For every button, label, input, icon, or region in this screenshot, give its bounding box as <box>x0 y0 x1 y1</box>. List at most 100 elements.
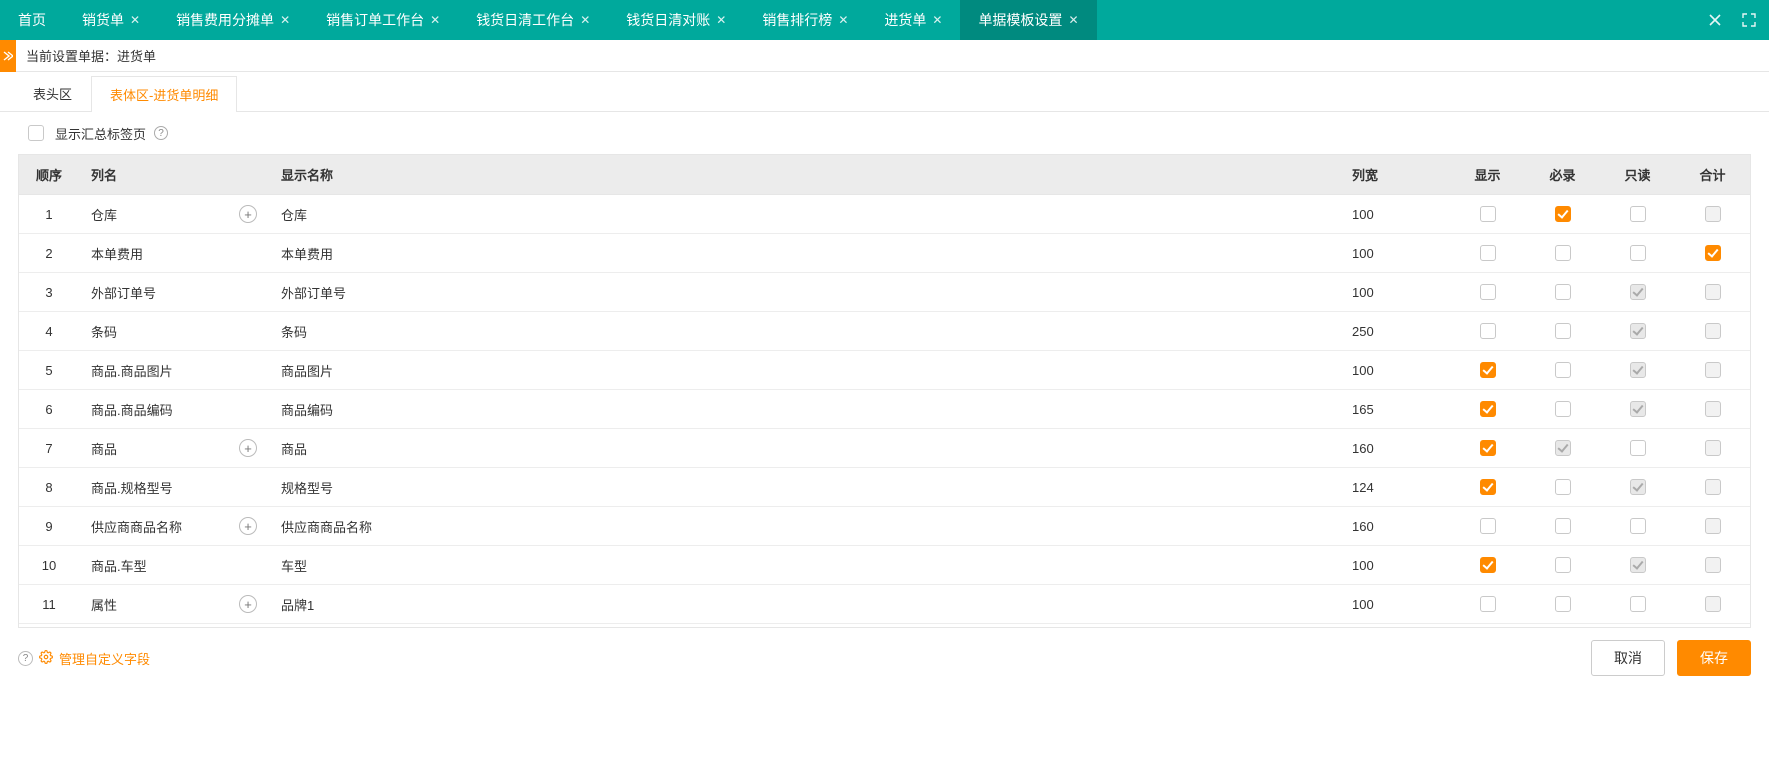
readonly-checkbox[interactable] <box>1630 596 1646 612</box>
required-checkbox[interactable] <box>1555 557 1571 573</box>
close-icon[interactable]: ✕ <box>838 13 848 27</box>
help-icon[interactable]: ? <box>154 126 168 140</box>
table-row[interactable]: 12采购单位采购单位131 <box>19 624 1750 628</box>
cell-width[interactable]: 160 <box>1340 429 1450 468</box>
show-checkbox[interactable] <box>1480 479 1496 495</box>
cell-width[interactable]: 131 <box>1340 624 1450 628</box>
required-checkbox[interactable] <box>1555 323 1571 339</box>
plus-icon[interactable]: + <box>239 439 257 457</box>
plus-icon[interactable]: + <box>239 517 257 535</box>
cell-display[interactable]: 本单费用 <box>269 234 1340 273</box>
fullscreen-icon[interactable] <box>1739 10 1759 30</box>
required-checkbox[interactable] <box>1555 284 1571 300</box>
tab-5[interactable]: 钱货日清对账✕ <box>608 0 744 40</box>
cell-display[interactable]: 商品编码 <box>269 390 1340 429</box>
close-icon[interactable]: ✕ <box>1068 13 1078 27</box>
required-checkbox[interactable] <box>1555 518 1571 534</box>
tab-4[interactable]: 钱货日清工作台✕ <box>458 0 608 40</box>
col-name: 列名 <box>79 155 269 195</box>
table-row[interactable]: 8商品.规格型号规格型号124 <box>19 468 1750 507</box>
help-icon[interactable]: ? <box>18 651 33 666</box>
show-checkbox[interactable] <box>1480 596 1496 612</box>
cell-width[interactable]: 100 <box>1340 195 1450 234</box>
cell-width[interactable]: 100 <box>1340 585 1450 624</box>
tab-6[interactable]: 销售排行榜✕ <box>744 0 866 40</box>
table-row[interactable]: 6商品.商品编码商品编码165 <box>19 390 1750 429</box>
subtab-1[interactable]: 表体区-进货单明细 <box>91 76 237 112</box>
cell-display[interactable]: 商品 <box>269 429 1340 468</box>
cell-width[interactable]: 100 <box>1340 234 1450 273</box>
cancel-button[interactable]: 取消 <box>1591 640 1665 676</box>
tab-3[interactable]: 销售订单工作台✕ <box>308 0 458 40</box>
total-checkbox[interactable] <box>1705 245 1721 261</box>
cell-width[interactable]: 100 <box>1340 546 1450 585</box>
required-checkbox[interactable] <box>1555 401 1571 417</box>
cell-display[interactable]: 供应商商品名称 <box>269 507 1340 546</box>
cell-display[interactable]: 仓库 <box>269 195 1340 234</box>
cell-width[interactable]: 124 <box>1340 468 1450 507</box>
close-icon[interactable]: ✕ <box>716 13 726 27</box>
cell-width[interactable]: 160 <box>1340 507 1450 546</box>
readonly-checkbox[interactable] <box>1630 245 1646 261</box>
tab-2[interactable]: 销售费用分摊单✕ <box>158 0 308 40</box>
close-all-icon[interactable] <box>1705 10 1725 30</box>
cell-width[interactable]: 100 <box>1340 273 1450 312</box>
sidebar-expand-icon[interactable] <box>0 40 16 72</box>
show-checkbox[interactable] <box>1480 362 1496 378</box>
plus-icon[interactable]: + <box>239 205 257 223</box>
tab-0[interactable]: 首页 <box>0 0 64 40</box>
show-checkbox[interactable] <box>1480 323 1496 339</box>
required-checkbox[interactable] <box>1555 479 1571 495</box>
close-icon[interactable]: ✕ <box>130 13 140 27</box>
cell-display[interactable]: 条码 <box>269 312 1340 351</box>
subtab-0[interactable]: 表头区 <box>14 75 91 111</box>
close-icon[interactable]: ✕ <box>430 13 440 27</box>
required-checkbox[interactable] <box>1555 362 1571 378</box>
readonly-checkbox[interactable] <box>1630 206 1646 222</box>
readonly-checkbox[interactable] <box>1630 440 1646 456</box>
required-checkbox[interactable] <box>1555 596 1571 612</box>
close-icon[interactable]: ✕ <box>280 13 290 27</box>
table-row[interactable]: 4条码条码250 <box>19 312 1750 351</box>
cell-width[interactable]: 100 <box>1340 351 1450 390</box>
show-checkbox[interactable] <box>1480 518 1496 534</box>
required-checkbox[interactable] <box>1555 206 1571 222</box>
cell-width[interactable]: 165 <box>1340 390 1450 429</box>
cell-display[interactable]: 采购单位 <box>269 624 1340 628</box>
show-checkbox[interactable] <box>1480 401 1496 417</box>
plus-icon[interactable]: + <box>239 595 257 613</box>
show-checkbox[interactable] <box>1480 245 1496 261</box>
show-summary-checkbox[interactable] <box>28 125 44 141</box>
table-row[interactable]: 7商品+商品160 <box>19 429 1750 468</box>
tab-8[interactable]: 单据模板设置✕ <box>960 0 1096 40</box>
table-row[interactable]: 10商品.车型车型100 <box>19 546 1750 585</box>
cell-width[interactable]: 250 <box>1340 312 1450 351</box>
cell-display[interactable]: 规格型号 <box>269 468 1340 507</box>
close-icon[interactable]: ✕ <box>580 13 590 27</box>
show-checkbox[interactable] <box>1480 284 1496 300</box>
table-row[interactable]: 5商品.商品图片商品图片100 <box>19 351 1750 390</box>
tab-7[interactable]: 进货单✕ <box>866 0 960 40</box>
cell-display[interactable]: 外部订单号 <box>269 273 1340 312</box>
save-button[interactable]: 保存 <box>1677 640 1751 676</box>
tab-1[interactable]: 销货单✕ <box>64 0 158 40</box>
cell-show <box>1450 312 1525 351</box>
col-total: 合计 <box>1675 155 1750 195</box>
close-icon[interactable]: ✕ <box>932 13 942 27</box>
table-scroll[interactable]: 顺序 列名 显示名称 列宽 显示 必录 只读 合计 1仓库+仓库1002本单费用… <box>19 155 1750 627</box>
table-row[interactable]: 2本单费用本单费用100 <box>19 234 1750 273</box>
show-checkbox[interactable] <box>1480 557 1496 573</box>
manage-custom-fields-link[interactable]: ? 管理自定义字段 <box>18 649 150 668</box>
show-checkbox[interactable] <box>1480 440 1496 456</box>
cell-display[interactable]: 品牌1 <box>269 585 1340 624</box>
table-row[interactable]: 9供应商商品名称+供应商商品名称160 <box>19 507 1750 546</box>
required-checkbox[interactable] <box>1555 245 1571 261</box>
cell-display[interactable]: 车型 <box>269 546 1340 585</box>
table-row[interactable]: 11属性+品牌1100 <box>19 585 1750 624</box>
cell-display[interactable]: 商品图片 <box>269 351 1340 390</box>
table-row[interactable]: 3外部订单号外部订单号100 <box>19 273 1750 312</box>
show-checkbox[interactable] <box>1480 206 1496 222</box>
table-row[interactable]: 1仓库+仓库100 <box>19 195 1750 234</box>
readonly-checkbox[interactable] <box>1630 518 1646 534</box>
cell-name: 本单费用 <box>79 234 269 273</box>
